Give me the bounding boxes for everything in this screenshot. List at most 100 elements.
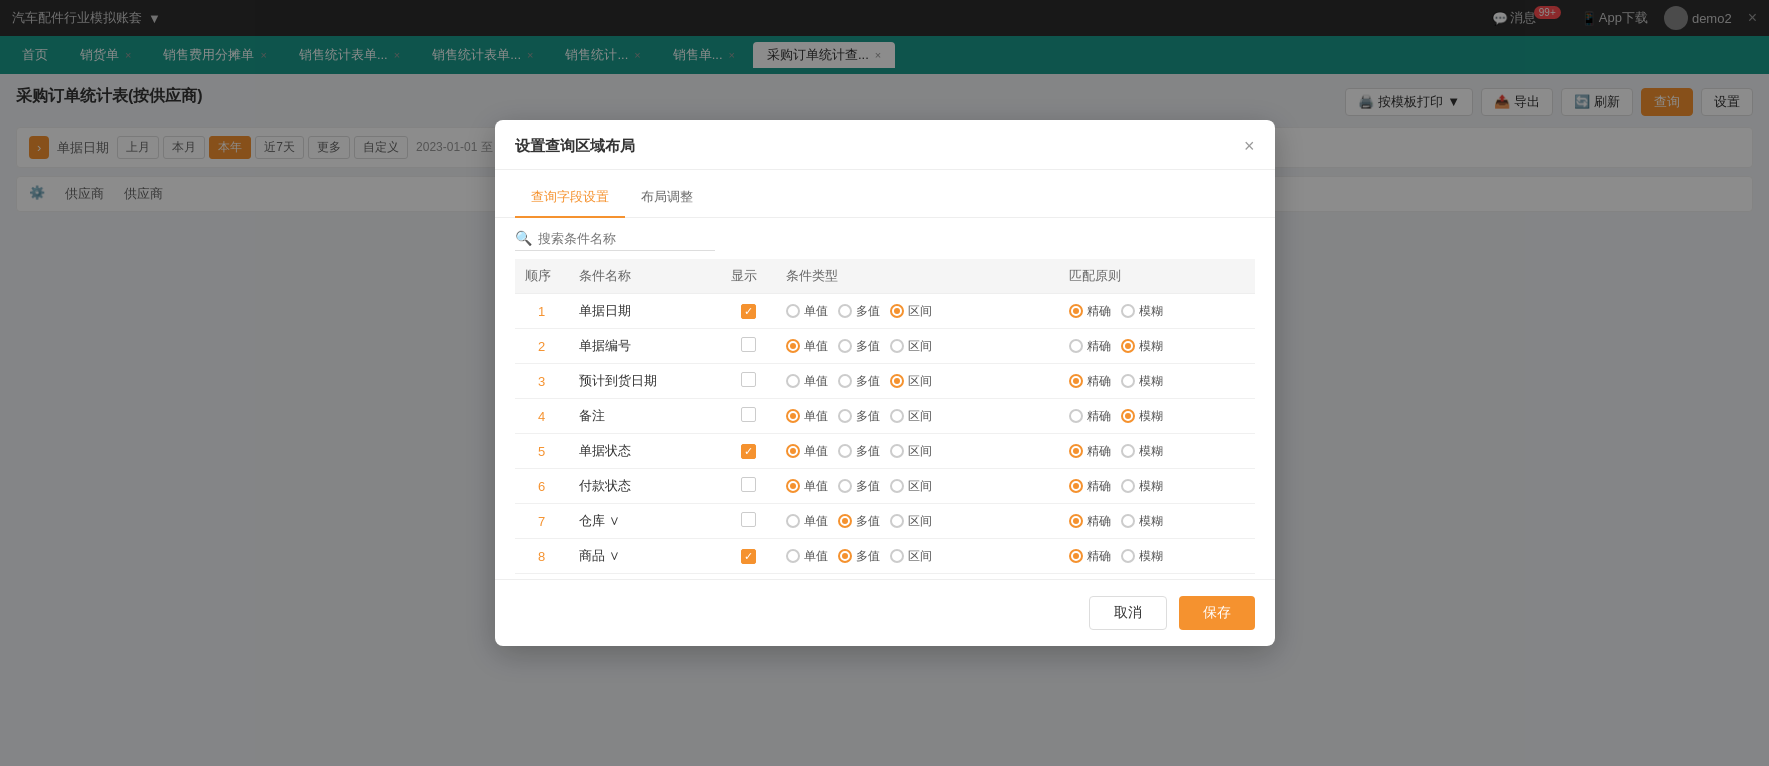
radio-match-精确[interactable]: 精确 bbox=[1069, 408, 1111, 425]
radio-type-单值[interactable]: 单值 bbox=[786, 443, 828, 460]
radio-match-精确[interactable]: 精确 bbox=[1069, 303, 1111, 320]
radio-type-单值[interactable]: 单值 bbox=[786, 548, 828, 565]
radio-type-多值[interactable]: 多值 bbox=[838, 408, 880, 425]
cell-type: 单值多值区间 bbox=[776, 539, 1059, 574]
radio-type-多值[interactable]: 多值 bbox=[838, 478, 880, 495]
col-display: 显示 bbox=[721, 259, 775, 294]
radio-match-模糊[interactable]: 模糊 bbox=[1121, 513, 1163, 530]
cell-type: 单值多值区间 bbox=[776, 364, 1059, 399]
radio-match-精确[interactable]: 精确 bbox=[1069, 338, 1111, 355]
checkbox[interactable] bbox=[741, 337, 756, 352]
checkbox[interactable] bbox=[741, 444, 756, 459]
radio-type-多值[interactable]: 多值 bbox=[838, 373, 880, 390]
radio-match-模糊[interactable]: 模糊 bbox=[1121, 303, 1163, 320]
radio-type-多值[interactable]: 多值 bbox=[838, 443, 880, 460]
radio-circle bbox=[838, 444, 852, 458]
radio-match-模糊[interactable]: 模糊 bbox=[1121, 478, 1163, 495]
cell-match: 精确模糊 bbox=[1059, 399, 1255, 434]
dialog-close-btn[interactable]: × bbox=[1244, 136, 1255, 157]
radio-type-区间[interactable]: 区间 bbox=[890, 408, 932, 425]
cell-checkbox[interactable] bbox=[721, 539, 775, 574]
radio-circle bbox=[1069, 514, 1083, 528]
cell-type: 单值多值区间 bbox=[776, 294, 1059, 329]
checkbox[interactable] bbox=[741, 512, 756, 527]
radio-circle bbox=[786, 479, 800, 493]
checkbox[interactable] bbox=[741, 304, 756, 319]
radio-circle bbox=[1121, 339, 1135, 353]
cell-checkbox[interactable] bbox=[721, 329, 775, 364]
dialog-table-wrap: 顺序 条件名称 显示 条件类型 匹配原则 1单据日期单值多值区间精确模糊2单据编… bbox=[495, 259, 1275, 579]
radio-circle bbox=[786, 339, 800, 353]
cell-checkbox[interactable] bbox=[721, 434, 775, 469]
cell-name: 单据日期 bbox=[569, 294, 721, 329]
radio-circle bbox=[1121, 304, 1135, 318]
cell-type: 单值多值区间 bbox=[776, 504, 1059, 539]
cell-checkbox[interactable] bbox=[721, 399, 775, 434]
radio-match-模糊[interactable]: 模糊 bbox=[1121, 548, 1163, 565]
checkbox[interactable] bbox=[741, 372, 756, 387]
radio-match-精确[interactable]: 精确 bbox=[1069, 443, 1111, 460]
radio-match-精确[interactable]: 精确 bbox=[1069, 548, 1111, 565]
radio-match-模糊[interactable]: 模糊 bbox=[1121, 408, 1163, 425]
radio-circle bbox=[1069, 374, 1083, 388]
radio-circle bbox=[1121, 549, 1135, 563]
radio-match-模糊[interactable]: 模糊 bbox=[1121, 373, 1163, 390]
radio-type-区间[interactable]: 区间 bbox=[890, 478, 932, 495]
cell-checkbox[interactable] bbox=[721, 294, 775, 329]
radio-circle bbox=[890, 549, 904, 563]
radio-type-多值[interactable]: 多值 bbox=[838, 303, 880, 320]
radio-circle bbox=[1121, 479, 1135, 493]
radio-type-区间[interactable]: 区间 bbox=[890, 338, 932, 355]
cell-match: 精确模糊 bbox=[1059, 364, 1255, 399]
table-row: 3预计到货日期单值多值区间精确模糊 bbox=[515, 364, 1255, 399]
radio-type-区间[interactable]: 区间 bbox=[890, 443, 932, 460]
cell-order: 4 bbox=[515, 399, 569, 434]
radio-circle bbox=[786, 549, 800, 563]
tab-layout-adjust[interactable]: 布局调整 bbox=[625, 182, 709, 218]
radio-circle bbox=[1069, 479, 1083, 493]
radio-type-区间[interactable]: 区间 bbox=[890, 373, 932, 390]
radio-type-区间[interactable]: 区间 bbox=[890, 303, 932, 320]
radio-match-模糊[interactable]: 模糊 bbox=[1121, 443, 1163, 460]
cell-match: 精确模糊 bbox=[1059, 504, 1255, 539]
cell-type: 单值多值区间 bbox=[776, 434, 1059, 469]
radio-type-多值[interactable]: 多值 bbox=[838, 548, 880, 565]
checkbox[interactable] bbox=[741, 477, 756, 492]
type-radio-group: 单值多值区间 bbox=[786, 338, 1049, 355]
cell-checkbox[interactable] bbox=[721, 504, 775, 539]
radio-match-精确[interactable]: 精确 bbox=[1069, 513, 1111, 530]
radio-circle bbox=[838, 549, 852, 563]
radio-circle bbox=[1121, 374, 1135, 388]
radio-type-单值[interactable]: 单值 bbox=[786, 513, 828, 530]
radio-type-多值[interactable]: 多值 bbox=[838, 338, 880, 355]
checkbox[interactable] bbox=[741, 549, 756, 564]
type-radio-group: 单值多值区间 bbox=[786, 408, 1049, 425]
radio-circle bbox=[1069, 339, 1083, 353]
checkbox[interactable] bbox=[741, 407, 756, 422]
radio-match-精确[interactable]: 精确 bbox=[1069, 478, 1111, 495]
radio-circle bbox=[838, 514, 852, 528]
radio-type-单值[interactable]: 单值 bbox=[786, 373, 828, 390]
radio-circle bbox=[838, 304, 852, 318]
cell-checkbox[interactable] bbox=[721, 364, 775, 399]
cell-name: 仓库 ∨ bbox=[569, 504, 721, 539]
cancel-btn[interactable]: 取消 bbox=[1089, 596, 1167, 630]
radio-type-多值[interactable]: 多值 bbox=[838, 513, 880, 530]
radio-match-模糊[interactable]: 模糊 bbox=[1121, 338, 1163, 355]
radio-type-单值[interactable]: 单值 bbox=[786, 338, 828, 355]
radio-type-区间[interactable]: 区间 bbox=[890, 548, 932, 565]
tab-query-fields[interactable]: 查询字段设置 bbox=[515, 182, 625, 218]
radio-type-区间[interactable]: 区间 bbox=[890, 513, 932, 530]
table-row: 6付款状态单值多值区间精确模糊 bbox=[515, 469, 1255, 504]
cell-match: 精确模糊 bbox=[1059, 294, 1255, 329]
cell-name: 预计到货日期 bbox=[569, 364, 721, 399]
search-input[interactable] bbox=[538, 231, 698, 246]
radio-type-单值[interactable]: 单值 bbox=[786, 303, 828, 320]
match-radio-group: 精确模糊 bbox=[1069, 408, 1245, 425]
radio-type-单值[interactable]: 单值 bbox=[786, 408, 828, 425]
radio-type-单值[interactable]: 单值 bbox=[786, 478, 828, 495]
save-btn[interactable]: 保存 bbox=[1179, 596, 1255, 630]
type-radio-group: 单值多值区间 bbox=[786, 478, 1049, 495]
radio-match-精确[interactable]: 精确 bbox=[1069, 373, 1111, 390]
cell-checkbox[interactable] bbox=[721, 469, 775, 504]
